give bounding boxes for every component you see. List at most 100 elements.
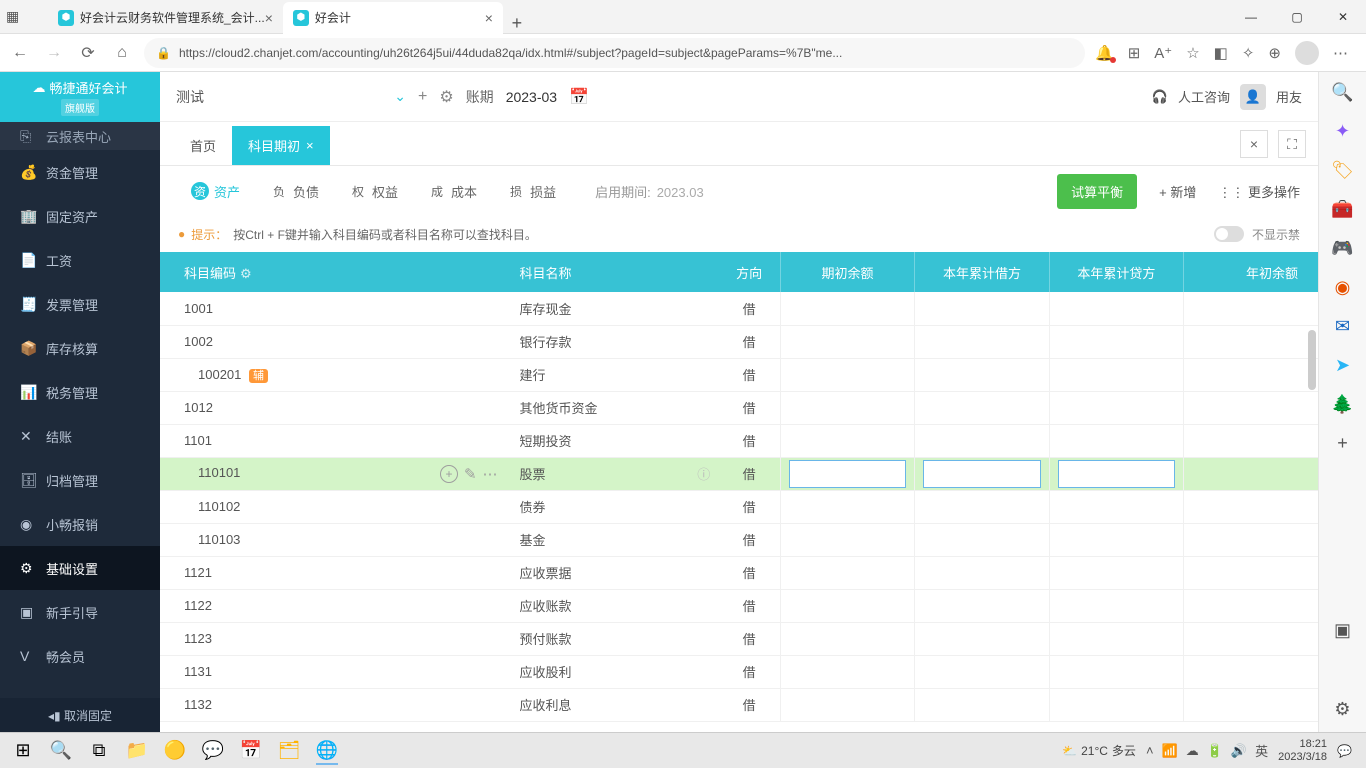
- year-credit-cell[interactable]: [1049, 655, 1183, 688]
- year-begin-cell[interactable]: [1184, 688, 1318, 721]
- year-debit-cell[interactable]: [915, 325, 1049, 358]
- office-icon[interactable]: ◉: [1335, 277, 1351, 298]
- browser-tab[interactable]: ⬢ 好会计 ×: [283, 2, 503, 34]
- year-begin-cell[interactable]: [1184, 523, 1318, 556]
- begin-balance-cell[interactable]: [780, 655, 914, 688]
- year-debit-cell[interactable]: [915, 688, 1049, 721]
- avatar[interactable]: 👤: [1240, 84, 1266, 110]
- close-window-button[interactable]: ✕: [1320, 0, 1366, 34]
- explorer-icon[interactable]: 🗂: [272, 736, 306, 766]
- year-begin-cell[interactable]: [1184, 325, 1318, 358]
- table-row[interactable]: 1131应收股利借: [160, 655, 1318, 688]
- consult-link[interactable]: 人工咨询: [1178, 87, 1230, 106]
- sidebar-item[interactable]: 📄工资: [0, 238, 160, 282]
- year-begin-cell[interactable]: [1184, 457, 1318, 490]
- category-tab[interactable]: 负负债: [257, 175, 332, 208]
- cloud-icon[interactable]: ☁: [1186, 743, 1199, 759]
- year-credit-cell[interactable]: [1049, 490, 1183, 523]
- begin-balance-cell[interactable]: [780, 424, 914, 457]
- year-begin-cell[interactable]: [1184, 391, 1318, 424]
- table-row[interactable]: 1132应收利息借: [160, 688, 1318, 721]
- year-debit-cell[interactable]: [915, 589, 1049, 622]
- begin-balance-cell[interactable]: [780, 391, 914, 424]
- help-icon[interactable]: ⓘ: [697, 464, 710, 483]
- year-begin-cell[interactable]: [1184, 556, 1318, 589]
- gear-icon[interactable]: ⚙: [439, 87, 453, 107]
- favorite-icon[interactable]: ☆: [1186, 44, 1199, 62]
- year-credit-cell[interactable]: [1049, 424, 1183, 457]
- workspace-icon[interactable]: ▦: [6, 8, 19, 25]
- downloads-icon[interactable]: ⊕: [1268, 44, 1281, 62]
- read-aloud-icon[interactable]: A⁺: [1154, 44, 1172, 62]
- notification-icon[interactable]: 🔔: [1095, 44, 1114, 62]
- year-credit-cell[interactable]: [1049, 457, 1183, 490]
- begin-balance-cell[interactable]: [780, 325, 914, 358]
- shopping-icon[interactable]: 🏷: [1331, 160, 1354, 181]
- back-button[interactable]: ←: [8, 44, 32, 62]
- category-tab[interactable]: 资资产: [178, 175, 253, 208]
- url-input[interactable]: 🔒 https://cloud2.chanjet.com/accounting/…: [144, 38, 1085, 68]
- tree-icon[interactable]: 🌲: [1331, 394, 1353, 415]
- add-icon[interactable]: +: [418, 88, 427, 106]
- year-debit-cell[interactable]: [915, 457, 1049, 490]
- more-actions-button[interactable]: ⋮⋮ 更多操作: [1218, 182, 1300, 201]
- sidebar-item[interactable]: ◉小畅报销: [0, 502, 160, 546]
- sidebar-item[interactable]: ▣新手引导: [0, 590, 160, 634]
- year-credit-cell[interactable]: [1049, 556, 1183, 589]
- hide-disabled-toggle[interactable]: [1214, 226, 1244, 242]
- games-icon[interactable]: 🎮: [1331, 238, 1353, 259]
- table-row[interactable]: 100201 辅建行借: [160, 358, 1318, 391]
- year-credit-cell[interactable]: [1049, 688, 1183, 721]
- year-debit-cell[interactable]: [915, 556, 1049, 589]
- files-app-icon[interactable]: 📁: [120, 736, 154, 766]
- table-row[interactable]: 110102债券借: [160, 490, 1318, 523]
- browser-tab[interactable]: ⬢ 好会计云财务软件管理系统_会计... ×: [48, 2, 283, 34]
- category-tab[interactable]: 权权益: [336, 175, 411, 208]
- calendar-app-icon[interactable]: 📅: [234, 736, 268, 766]
- year-debit-cell[interactable]: [915, 424, 1049, 457]
- begin-balance-cell[interactable]: [780, 292, 914, 325]
- year-begin-cell[interactable]: [1184, 292, 1318, 325]
- wifi-icon[interactable]: 📶: [1162, 743, 1178, 759]
- close-all-button[interactable]: ×: [1240, 130, 1268, 158]
- extensions-icon[interactable]: ⊞: [1128, 44, 1141, 62]
- more-icon[interactable]: ⋯: [483, 465, 498, 483]
- year-credit-cell[interactable]: [1049, 523, 1183, 556]
- fullscreen-button[interactable]: ⛶: [1278, 130, 1306, 158]
- menu-icon[interactable]: ⋯: [1333, 44, 1348, 62]
- trial-balance-button[interactable]: 试算平衡: [1057, 174, 1137, 209]
- settings-icon[interactable]: ⚙: [1334, 699, 1350, 720]
- category-tab[interactable]: 损损益: [494, 175, 569, 208]
- wechat-icon[interactable]: 💬: [196, 736, 230, 766]
- table-row[interactable]: 1121应收票据借: [160, 556, 1318, 589]
- begin-balance-cell[interactable]: [780, 358, 914, 391]
- year-begin-cell[interactable]: [1184, 424, 1318, 457]
- sidebar-item[interactable]: 📊税务管理: [0, 370, 160, 414]
- collections-icon[interactable]: ✧: [1242, 44, 1255, 62]
- year-begin-cell[interactable]: [1184, 622, 1318, 655]
- toolbox-icon[interactable]: 🧰: [1331, 199, 1353, 220]
- sidebar-item[interactable]: V畅会员: [0, 634, 160, 678]
- begin-balance-cell[interactable]: [780, 589, 914, 622]
- sidebar-item[interactable]: 📦库存核算: [0, 326, 160, 370]
- chevron-up-icon[interactable]: ˄: [1146, 743, 1154, 758]
- table-row[interactable]: 1101短期投资借: [160, 424, 1318, 457]
- ime-indicator[interactable]: 英: [1255, 741, 1268, 760]
- sidebar-item[interactable]: ✕结账: [0, 414, 160, 458]
- start-button[interactable]: ⊞: [6, 736, 40, 766]
- volume-icon[interactable]: 🔊: [1231, 743, 1247, 759]
- tab-subject-initial[interactable]: 科目期初 ×: [232, 126, 330, 165]
- sidebar-item[interactable]: ⚙基础设置: [0, 546, 160, 590]
- send-icon[interactable]: ➤: [1335, 355, 1350, 376]
- expand-icon[interactable]: ▣: [1334, 620, 1351, 641]
- task-view-button[interactable]: ⧉: [82, 736, 116, 766]
- sidebar-item[interactable]: 🗄归档管理: [0, 458, 160, 502]
- table-row[interactable]: 1012其他货币资金借: [160, 391, 1318, 424]
- sidebar-item[interactable]: 🧾发票管理: [0, 282, 160, 326]
- search-icon[interactable]: 🔍: [1331, 82, 1353, 103]
- edit-icon[interactable]: ✎: [464, 465, 477, 483]
- sidebar-collapse[interactable]: ◂▮ 取消固定: [0, 698, 160, 732]
- copilot-icon[interactable]: ✦: [1335, 121, 1350, 142]
- table-row[interactable]: 1123预付账款借: [160, 622, 1318, 655]
- calendar-icon[interactable]: 📅: [569, 87, 589, 107]
